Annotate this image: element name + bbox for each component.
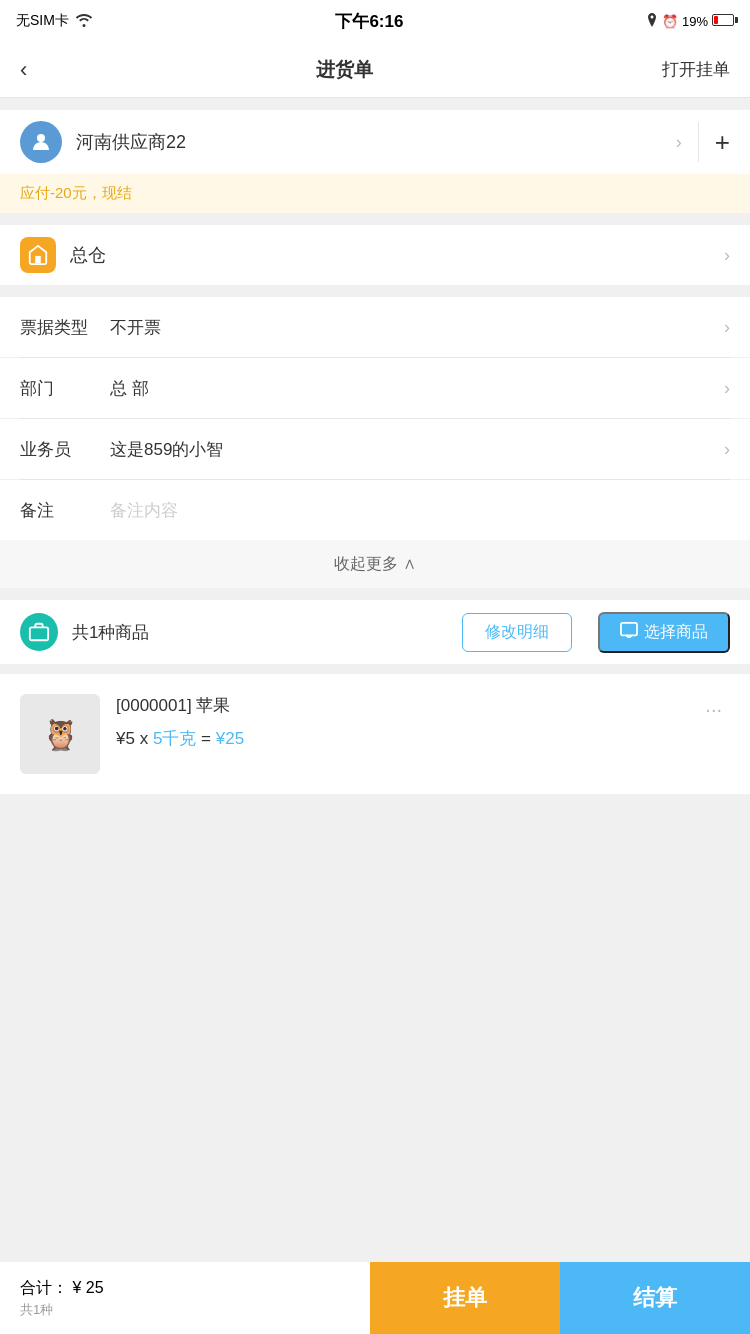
product-header: 共1种商品 修改明细 选择商品 xyxy=(0,600,750,664)
divider-1 xyxy=(0,213,750,225)
hang-button[interactable]: 挂单 xyxy=(370,1262,560,1334)
status-bar: 无SIM卡 下午6:16 ⏰ 19% xyxy=(0,0,750,42)
product-price: ¥5 x 5千克 = ¥25 xyxy=(116,727,681,750)
product-card: 🦉 [0000001] 苹果 ¥5 x 5千克 = ¥25 ··· xyxy=(0,674,750,794)
supplier-name: 河南供应商22 xyxy=(76,130,186,154)
select-product-label: 选择商品 xyxy=(644,622,708,643)
divider-6 xyxy=(0,588,750,600)
location-icon xyxy=(646,13,658,30)
open-hang-button[interactable]: 打开挂单 xyxy=(662,58,730,81)
total-label: 合计： xyxy=(20,1279,68,1296)
notice-text: 应付-20元，现结 xyxy=(20,184,132,201)
invoice-row[interactable]: 票据类型 不开票 › xyxy=(0,297,750,357)
supplier-chevron-icon: › xyxy=(676,132,682,153)
total-amount-row: 合计： ¥ 25 xyxy=(20,1278,350,1299)
collapse-label: 收起更多 ∧ xyxy=(334,554,415,575)
warehouse-icon xyxy=(20,237,56,273)
dept-label: 部门 xyxy=(20,377,110,400)
price-separator: x xyxy=(140,729,153,748)
remark-row[interactable]: 备注 备注内容 xyxy=(0,480,750,540)
dept-row[interactable]: 部门 总 部 › xyxy=(0,358,750,418)
bottom-bar: 合计： ¥ 25 共1种 挂单 结算 xyxy=(0,1262,750,1334)
product-count: 共1种商品 xyxy=(72,621,448,644)
invoice-chevron-icon: › xyxy=(724,317,730,338)
top-divider xyxy=(0,98,750,110)
remark-label: 备注 xyxy=(20,499,110,522)
total-info: 合计： ¥ 25 共1种 xyxy=(0,1278,370,1319)
status-time: 下午6:16 xyxy=(335,10,403,33)
battery-icon xyxy=(712,14,734,29)
product-total: ¥25 xyxy=(216,729,244,748)
sales-row[interactable]: 业务员 这是859的小智 › xyxy=(0,419,750,479)
product-name: [0000001] 苹果 xyxy=(116,694,681,717)
wifi-icon xyxy=(75,13,93,30)
signal-text: 无SIM卡 xyxy=(16,12,69,30)
sales-label: 业务员 xyxy=(20,438,110,461)
svg-rect-2 xyxy=(30,627,48,640)
product-icon xyxy=(20,613,58,651)
svg-rect-3 xyxy=(621,623,637,635)
dept-value: 总 部 xyxy=(110,377,724,400)
nav-bar: ‹ 进货单 打开挂单 xyxy=(0,42,750,98)
warehouse-row[interactable]: 总仓 › xyxy=(0,225,750,285)
back-button[interactable]: ‹ xyxy=(20,57,27,83)
sales-chevron-icon: › xyxy=(724,439,730,460)
total-sub: 共1种 xyxy=(20,1301,350,1319)
page-title: 进货单 xyxy=(316,57,373,83)
warehouse-name: 总仓 xyxy=(70,243,710,267)
battery-level: 19% xyxy=(682,14,708,29)
status-left: 无SIM卡 xyxy=(16,12,93,30)
price-equals: = xyxy=(201,729,216,748)
collapse-bar[interactable]: 收起更多 ∧ xyxy=(0,540,750,588)
select-product-button[interactable]: 选择商品 xyxy=(598,612,730,653)
supplier-info: 河南供应商22 › xyxy=(20,121,682,163)
svg-point-0 xyxy=(37,134,45,142)
checkout-button[interactable]: 结算 xyxy=(560,1262,750,1334)
product-more-button[interactable]: ··· xyxy=(697,694,730,725)
bottom-spacer xyxy=(0,794,750,874)
product-quantity: 5千克 xyxy=(153,729,196,748)
product-logo-icon: 🦉 xyxy=(42,717,79,752)
invoice-value: 不开票 xyxy=(110,316,724,339)
supplier-divider xyxy=(698,122,699,162)
alarm-icon: ⏰ xyxy=(662,14,678,29)
notice-bar: 应付-20元，现结 xyxy=(0,174,750,213)
edit-detail-button[interactable]: 修改明细 xyxy=(462,613,572,652)
total-amount: ¥ 25 xyxy=(72,1279,103,1296)
sales-value: 这是859的小智 xyxy=(110,438,724,461)
supplier-avatar xyxy=(20,121,62,163)
product-info: [0000001] 苹果 ¥5 x 5千克 = ¥25 xyxy=(116,694,681,750)
invoice-label: 票据类型 xyxy=(20,316,110,339)
remark-input[interactable]: 备注内容 xyxy=(110,499,730,522)
divider-2 xyxy=(0,285,750,297)
add-supplier-button[interactable]: + xyxy=(715,127,730,158)
supplier-row[interactable]: 河南供应商22 › + xyxy=(0,110,750,174)
status-right: ⏰ 19% xyxy=(646,13,734,30)
product-thumbnail: 🦉 xyxy=(20,694,100,774)
select-icon xyxy=(620,622,638,642)
price-unit: ¥5 xyxy=(116,729,135,748)
warehouse-chevron-icon: › xyxy=(724,245,730,266)
svg-rect-1 xyxy=(35,256,41,263)
dept-chevron-icon: › xyxy=(724,378,730,399)
